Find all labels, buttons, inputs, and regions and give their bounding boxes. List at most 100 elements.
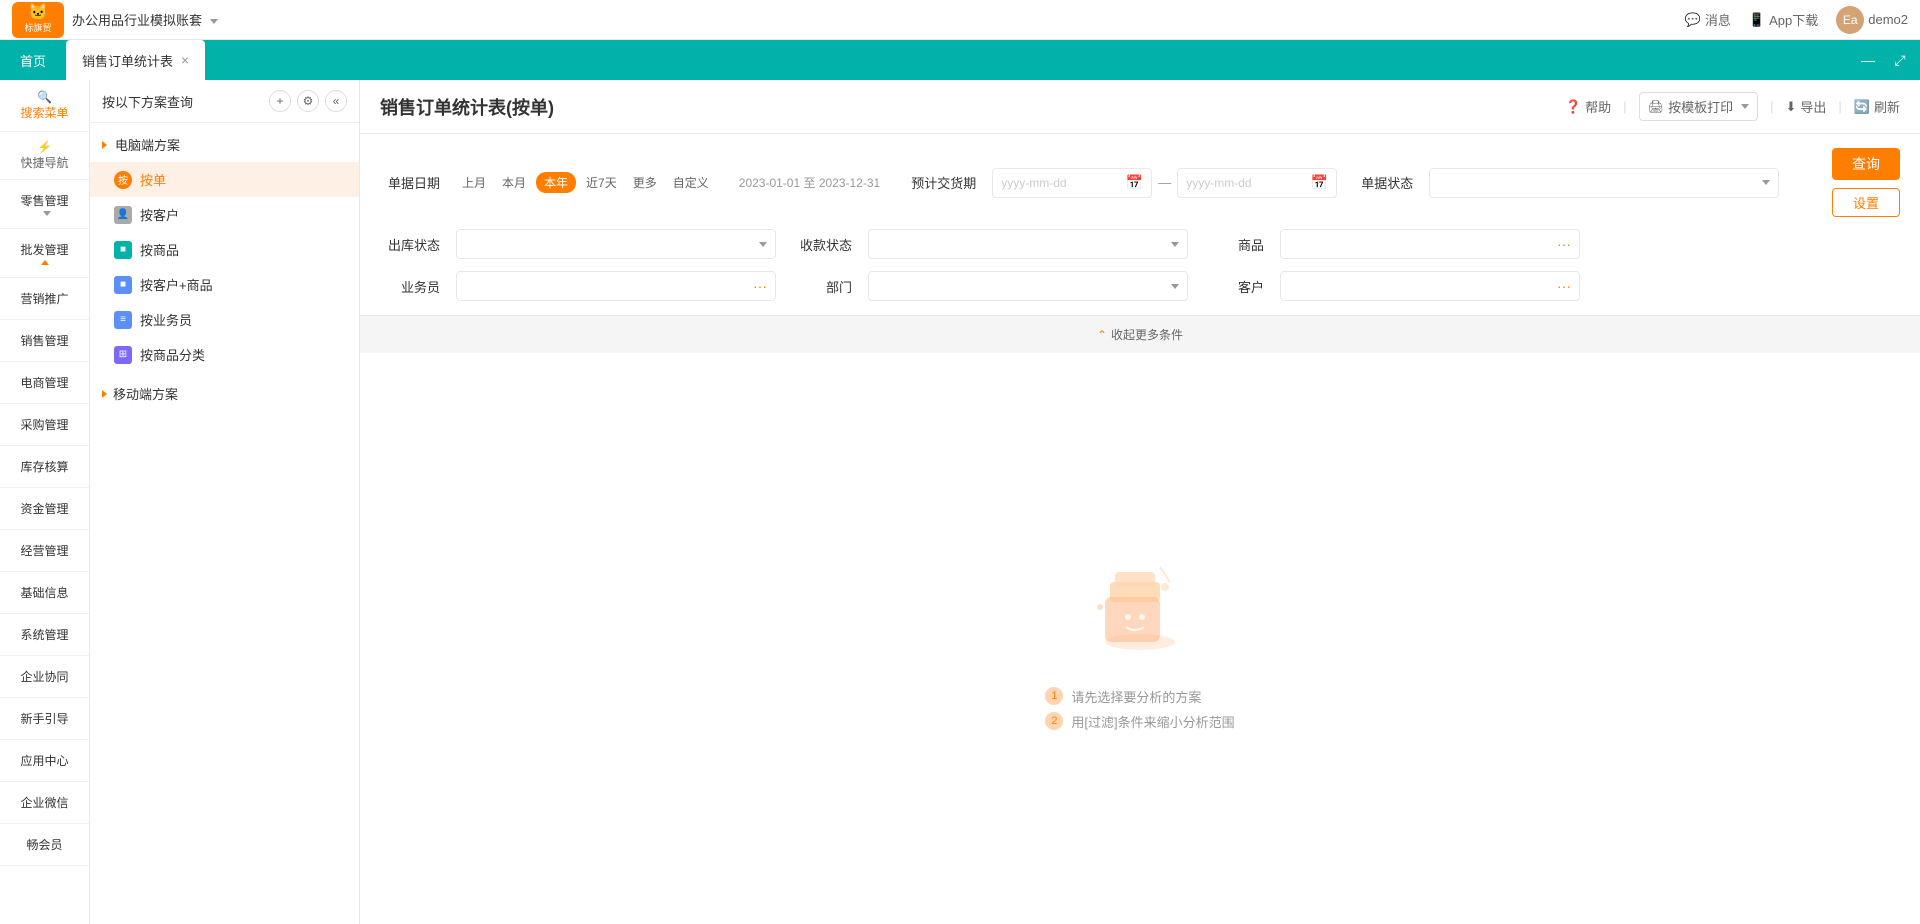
- company-dropdown-icon[interactable]: [210, 19, 218, 24]
- calendar-end-icon[interactable]: 📅: [1311, 174, 1328, 191]
- left-panel-actions: + ⚙ «: [269, 90, 347, 112]
- calendar-start-icon[interactable]: 📅: [1126, 174, 1143, 191]
- customer-label: 客户: [1204, 277, 1264, 296]
- sidebar-item-sales[interactable]: 销售管理: [0, 320, 89, 362]
- sidebar-item-marketing[interactable]: 营销推广: [0, 278, 89, 320]
- search-icon: 🔍: [8, 90, 81, 104]
- sidebar-shortcut[interactable]: ⚡ 快捷导航: [0, 132, 89, 180]
- left-panel-header: 按以下方案查询 + ⚙ «: [90, 80, 359, 123]
- sidebar-item-inventory[interactable]: 库存核算: [0, 446, 89, 488]
- tab-sales-report[interactable]: 销售订单统计表 ×: [66, 40, 205, 80]
- empty-svg: [1080, 547, 1200, 667]
- sidebar-search[interactable]: 🔍 搜索菜单: [0, 80, 89, 132]
- collapse-bar[interactable]: ⌃ 收起更多条件: [360, 316, 1920, 353]
- status-select[interactable]: [1429, 168, 1779, 198]
- refresh-button[interactable]: 🔄 刷新: [1854, 97, 1900, 116]
- customer-ellipsis[interactable]: ···: [1557, 278, 1571, 294]
- salesman-ellipsis[interactable]: ···: [753, 278, 767, 294]
- tab-minimize-button[interactable]: —: [1856, 48, 1880, 72]
- collapse-arrow: ⌃: [1097, 328, 1107, 342]
- customer-select[interactable]: ···: [1280, 271, 1580, 301]
- print-dropdown-icon: [1741, 104, 1749, 109]
- scheme-icon-by-category: ⊞: [114, 346, 132, 364]
- pc-scheme-label: 电脑端方案: [115, 135, 180, 154]
- avatar: Ea: [1836, 6, 1864, 34]
- more-btn[interactable]: 更多: [627, 172, 663, 193]
- status-dropdown-icon: [1762, 180, 1770, 185]
- tab-home[interactable]: 首页: [0, 40, 66, 80]
- sidebar-item-enterprise[interactable]: 企业协同: [0, 656, 89, 698]
- help-button[interactable]: ❓ 帮助: [1565, 97, 1611, 116]
- custom-btn[interactable]: 自定义: [667, 172, 715, 193]
- receipt-status-select[interactable]: [868, 229, 1188, 259]
- left-panel: 按以下方案查询 + ⚙ « 电脑端方案 按 按单 👤 按: [90, 80, 360, 924]
- scheme-icon-by-order: 按: [114, 171, 132, 189]
- sidebar-item-newuser[interactable]: 新手引导: [0, 698, 89, 740]
- department-label: 部门: [792, 277, 852, 296]
- ship-status-dropdown-icon: [759, 242, 767, 247]
- sidebar-item-member[interactable]: 畅会员: [0, 824, 89, 866]
- sidebar-item-ecommerce[interactable]: 电商管理: [0, 362, 89, 404]
- message-button[interactable]: 💬 消息: [1685, 10, 1731, 29]
- receipt-status-dropdown-icon: [1171, 242, 1179, 247]
- export-button[interactable]: ⬇ 导出: [1785, 97, 1826, 116]
- tab-maximize-button[interactable]: ⤢: [1888, 48, 1912, 72]
- expected-date-start[interactable]: yyyy-mm-dd 📅: [992, 168, 1152, 198]
- scheme-item-by-goods[interactable]: ■ 按商品: [90, 232, 359, 267]
- action-buttons: 查询 设置: [1832, 148, 1900, 217]
- tabbar: 首页 销售订单统计表 × — ⤢: [0, 40, 1920, 80]
- mobile-scheme-section[interactable]: 移动端方案: [90, 376, 359, 411]
- logo: 🐱 标旗贸: [12, 2, 64, 38]
- pc-scheme-header[interactable]: 电脑端方案: [90, 127, 359, 162]
- scheme-item-by-salesman[interactable]: ≡ 按业务员: [90, 302, 359, 337]
- sidebar-item-operations[interactable]: 经营管理: [0, 530, 89, 572]
- salesman-select[interactable]: ···: [456, 271, 776, 301]
- retail-expand-icon: [43, 211, 51, 216]
- last-7-days-btn[interactable]: 近7天: [580, 172, 623, 193]
- filter-row-1: 单据日期 上月 本月 本年 近7天 更多 自定义 2023-01-01 至 20…: [380, 148, 1900, 217]
- logo-text: 标旗贸: [24, 21, 51, 34]
- company-name[interactable]: 办公用品行业模拟账套: [72, 10, 218, 29]
- sidebar-item-appcenter[interactable]: 应用中心: [0, 740, 89, 782]
- scheme-icon-by-salesman: ≡: [114, 311, 132, 329]
- add-scheme-button[interactable]: +: [269, 90, 291, 112]
- this-year-btn[interactable]: 本年: [536, 172, 576, 193]
- settings-button[interactable]: 设置: [1832, 188, 1900, 217]
- expected-date-end[interactable]: yyyy-mm-dd 📅: [1177, 168, 1337, 198]
- hint-num-2: 2: [1045, 712, 1063, 730]
- page-header: 销售订单统计表(按单) ❓ 帮助 | 🖨 按模板打印 | ⬇: [360, 80, 1920, 134]
- tab-close-icon[interactable]: ×: [181, 52, 189, 68]
- sidebar-item-purchase[interactable]: 采购管理: [0, 404, 89, 446]
- settings-scheme-button[interactable]: ⚙: [297, 90, 319, 112]
- scheme-item-by-customer-goods[interactable]: ■ 按客户+商品: [90, 267, 359, 302]
- tabbar-actions: — ⤢: [1856, 48, 1920, 72]
- sidebar-item-basic[interactable]: 基础信息: [0, 572, 89, 614]
- scheme-item-by-order[interactable]: 按 按单: [90, 162, 359, 197]
- query-button[interactable]: 查询: [1832, 148, 1900, 180]
- ship-status-select[interactable]: [456, 229, 776, 259]
- scheme-item-by-category[interactable]: ⊞ 按商品分类: [90, 337, 359, 372]
- empty-hint-2: 2 用[过滤]条件来缩小分析范围: [1045, 712, 1234, 731]
- goods-ellipsis[interactable]: ···: [1557, 236, 1571, 252]
- print-button[interactable]: 🖨 按模板打印: [1639, 92, 1759, 121]
- department-select[interactable]: [868, 271, 1188, 301]
- main-layout: 🔍 搜索菜单 ⚡ 快捷导航 零售管理 批发管理 营销推广 销售管理 电商管理 采…: [0, 80, 1920, 924]
- scheme-item-by-customer[interactable]: 👤 按客户: [90, 197, 359, 232]
- empty-state: 1 请先选择要分析的方案 2 用[过滤]条件来缩小分析范围: [360, 353, 1920, 924]
- sidebar-item-wholesale[interactable]: 批发管理: [0, 229, 89, 278]
- date-dash: —: [1158, 175, 1171, 190]
- sidebar-item-system[interactable]: 系统管理: [0, 614, 89, 656]
- sidebar-item-wechat[interactable]: 企业微信: [0, 782, 89, 824]
- app-download-button[interactable]: 📱 App下载: [1749, 10, 1818, 29]
- hint-num-1: 1: [1045, 687, 1063, 705]
- empty-hint-1: 1 请先选择要分析的方案: [1045, 687, 1234, 706]
- sidebar-item-finance[interactable]: 资金管理: [0, 488, 89, 530]
- collapse-panel-button[interactable]: «: [325, 90, 347, 112]
- goods-select[interactable]: ···: [1280, 229, 1580, 259]
- sidebar-item-retail[interactable]: 零售管理: [0, 180, 89, 229]
- this-month-btn[interactable]: 本月: [496, 172, 532, 193]
- expected-date-start-value: yyyy-mm-dd: [1001, 176, 1066, 190]
- last-month-btn[interactable]: 上月: [456, 172, 492, 193]
- user-menu[interactable]: Ea demo2: [1836, 6, 1908, 34]
- content: 按以下方案查询 + ⚙ « 电脑端方案 按 按单 👤 按: [90, 80, 1920, 924]
